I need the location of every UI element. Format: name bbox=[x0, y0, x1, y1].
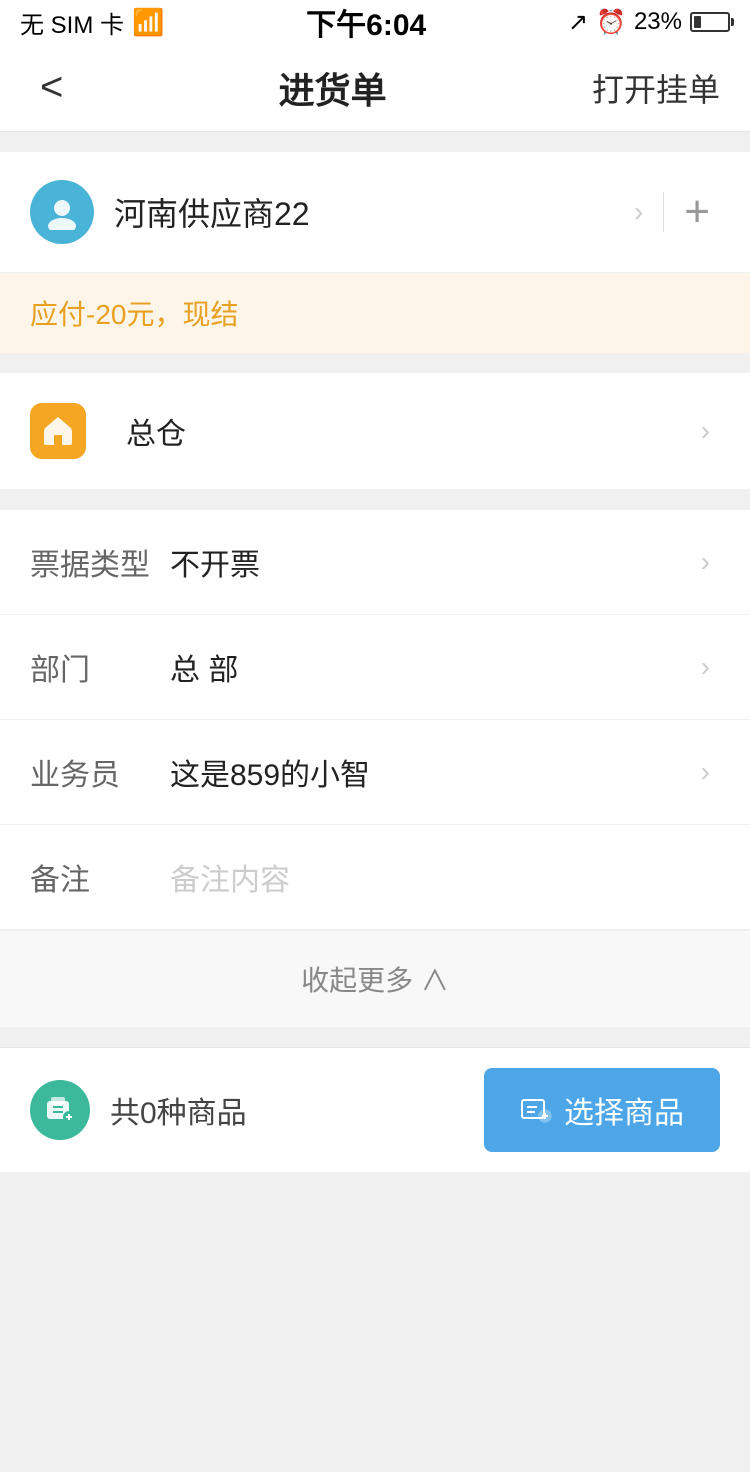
department-label: 部门 bbox=[30, 645, 150, 689]
location-icon: ↗ bbox=[568, 8, 588, 37]
supplier-divider bbox=[663, 192, 664, 232]
collapse-label: 收起更多 ∧ bbox=[301, 959, 449, 999]
battery-icon bbox=[690, 12, 730, 32]
add-supplier-button[interactable]: + bbox=[674, 187, 720, 237]
supplier-row[interactable]: 河南供应商22 › + bbox=[0, 152, 750, 273]
status-left: 无 SIM 卡 📶 bbox=[20, 5, 164, 40]
product-count-label: 共0种商品 bbox=[110, 1088, 484, 1132]
battery-percent: 23% bbox=[634, 8, 682, 36]
no-sim-label: 无 SIM 卡 bbox=[20, 5, 124, 40]
salesperson-value: 这是859的小智 bbox=[170, 750, 701, 794]
page-title: 进货单 bbox=[279, 62, 387, 114]
supplier-name: 河南供应商22 bbox=[114, 189, 634, 235]
supplier-section: 河南供应商22 › + 应付-20元，现结 bbox=[0, 152, 750, 353]
section-gap-4 bbox=[0, 1027, 750, 1047]
status-bar: 无 SIM 卡 📶 下午6:04 ↗ ⏰ 23% bbox=[0, 0, 750, 44]
select-product-label: 选择商品 bbox=[564, 1088, 684, 1132]
remark-row[interactable]: 备注 备注内容 bbox=[0, 825, 750, 930]
warehouse-row[interactable]: 总仓 › bbox=[0, 373, 750, 490]
page-background bbox=[0, 1172, 750, 1472]
invoice-type-row[interactable]: 票据类型 不开票 › bbox=[0, 510, 750, 615]
bottom-bar: 共0种商品 选择商品 bbox=[0, 1047, 750, 1172]
remark-placeholder: 备注内容 bbox=[170, 855, 720, 899]
salesperson-label: 业务员 bbox=[30, 750, 150, 794]
salesperson-row[interactable]: 业务员 这是859的小智 › bbox=[0, 720, 750, 825]
salesperson-chevron-icon: › bbox=[701, 756, 710, 788]
department-row[interactable]: 部门 总 部 › bbox=[0, 615, 750, 720]
invoice-type-label: 票据类型 bbox=[30, 540, 150, 584]
alarm-icon: ⏰ bbox=[596, 8, 626, 37]
open-pending-button[interactable]: 打开挂单 bbox=[592, 65, 720, 111]
department-chevron-icon: › bbox=[701, 651, 710, 683]
warehouse-icon bbox=[30, 403, 86, 459]
invoice-type-chevron-icon: › bbox=[701, 546, 710, 578]
section-gap-1 bbox=[0, 132, 750, 152]
supplier-avatar bbox=[30, 180, 94, 244]
notice-text: 应付-20元，现结 bbox=[30, 299, 238, 330]
collapse-button[interactable]: 收起更多 ∧ bbox=[0, 930, 750, 1027]
back-button[interactable]: < bbox=[30, 55, 73, 120]
department-value: 总 部 bbox=[170, 645, 701, 689]
remark-label: 备注 bbox=[30, 855, 150, 899]
status-right: ↗ ⏰ 23% bbox=[568, 8, 730, 37]
nav-bar: < 进货单 打开挂单 bbox=[0, 44, 750, 132]
wifi-icon: 📶 bbox=[132, 7, 164, 38]
status-time: 下午6:04 bbox=[306, 0, 426, 44]
notice-row: 应付-20元，现结 bbox=[0, 273, 750, 353]
warehouse-section: 总仓 › bbox=[0, 373, 750, 490]
section-gap-2 bbox=[0, 353, 750, 373]
supplier-chevron-icon: › bbox=[634, 196, 643, 228]
warehouse-label: 总仓 bbox=[126, 409, 701, 453]
product-icon bbox=[30, 1080, 90, 1140]
section-gap-3 bbox=[0, 490, 750, 510]
invoice-type-value: 不开票 bbox=[170, 540, 701, 584]
form-section: 票据类型 不开票 › 部门 总 部 › 业务员 这是859的小智 › 备注 备注… bbox=[0, 510, 750, 1027]
select-product-button[interactable]: 选择商品 bbox=[484, 1068, 720, 1152]
warehouse-chevron-icon: › bbox=[701, 415, 710, 447]
